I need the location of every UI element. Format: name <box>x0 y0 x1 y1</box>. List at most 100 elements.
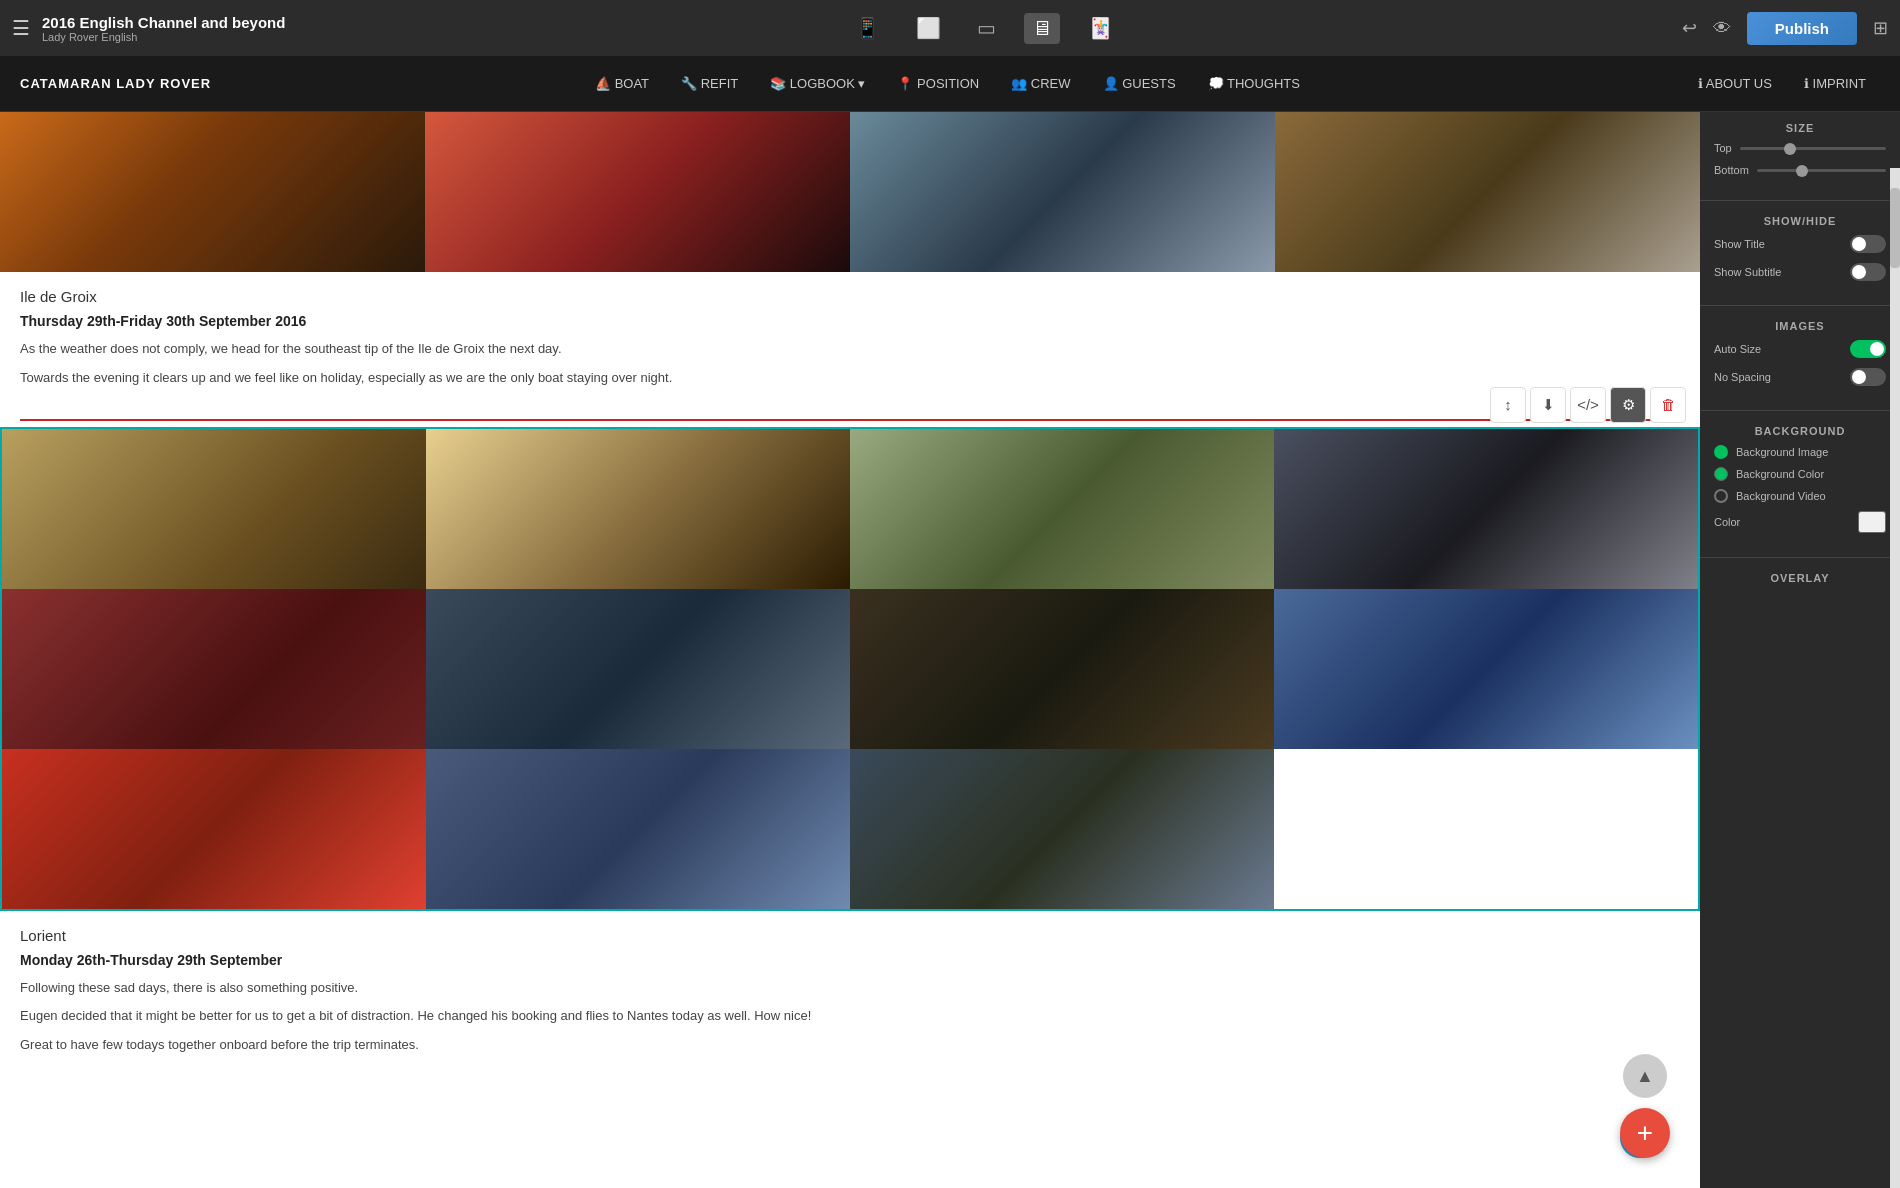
nav-right-links: ℹ ABOUT US ℹ IMPRINT <box>1684 68 1880 99</box>
selected-section[interactable]: ↕ ⬇ </> ⚙ 🗑 <box>0 427 1700 911</box>
image-cell-2[interactable] <box>425 112 850 272</box>
lorient-section: Lorient Monday 26th-Thursday 29th Septem… <box>0 911 1700 1080</box>
bg-video-label: Background Video <box>1736 490 1826 502</box>
gallery-img-6[interactable] <box>426 589 850 749</box>
panel-no-spacing-label: No Spacing <box>1714 371 1771 383</box>
image-cell-4[interactable] <box>1275 112 1700 272</box>
device-desktop-small[interactable]: ▭ <box>969 12 1004 44</box>
nav-links: ⛵ BOAT 🔧 REFIT 📚 LOGBOOK ▾ 📍 POSITION 👥 … <box>581 68 1314 99</box>
body-text-2: Towards the evening it clears up and we … <box>20 368 1680 389</box>
grid-button[interactable]: ⊞ <box>1873 17 1888 39</box>
bg-video-radio[interactable] <box>1714 489 1728 503</box>
panel-bg-image-row[interactable]: Background Image <box>1714 445 1886 459</box>
nav-logbook[interactable]: 📚 LOGBOOK ▾ <box>756 68 879 99</box>
panel-divider-3 <box>1700 410 1900 411</box>
show-subtitle-toggle[interactable] <box>1850 263 1886 281</box>
panel-showhide-title: Show/Hide <box>1714 215 1886 227</box>
title-bar-right: ↩ 👁 Publish ⊞ <box>1682 12 1888 45</box>
gallery-img-12-empty <box>1274 749 1698 909</box>
divider-container <box>0 419 1700 421</box>
preview-button[interactable]: 👁 <box>1713 18 1731 39</box>
add-icon: + <box>1637 1117 1653 1149</box>
nav-crew[interactable]: 👥 CREW <box>997 68 1084 99</box>
bg-image-label: Background Image <box>1736 446 1828 458</box>
panel-images-title: Images <box>1714 320 1886 332</box>
delete-tool-button[interactable]: 🗑 <box>1650 387 1686 423</box>
panel-show-subtitle-label: Show Subtitle <box>1714 266 1781 278</box>
gallery-img-10[interactable] <box>426 749 850 909</box>
gallery-img-3[interactable] <box>850 429 1274 589</box>
top-slider-thumb[interactable] <box>1784 143 1796 155</box>
gallery-row-3 <box>2 749 1698 909</box>
device-multipage[interactable]: 🃏 <box>1080 12 1121 44</box>
panel-divider-2 <box>1700 305 1900 306</box>
panel-bg-color-row[interactable]: Background Color <box>1714 467 1886 481</box>
panel-auto-size-label: Auto Size <box>1714 343 1761 355</box>
gallery-img-7[interactable] <box>850 589 1274 749</box>
publish-button[interactable]: Publish <box>1747 12 1857 45</box>
text-content-block: Ile de Groix Thursday 29th-Friday 30th S… <box>0 272 1700 413</box>
lorient-body-1: Following these sad days, there is also … <box>20 978 1680 999</box>
scroll-top-icon: ▲ <box>1636 1066 1654 1087</box>
image-cell-1[interactable] <box>0 112 425 272</box>
code-tool-button[interactable]: </> <box>1570 387 1606 423</box>
gallery-img-9[interactable] <box>2 749 426 909</box>
panel-bottom-row: Bottom <box>1714 164 1886 176</box>
add-fab[interactable]: + <box>1620 1108 1670 1158</box>
gallery-img-8[interactable] <box>1274 589 1698 749</box>
scrollbar-thumb[interactable] <box>1890 188 1900 268</box>
no-spacing-toggle[interactable] <box>1850 368 1886 386</box>
color-picker[interactable] <box>1858 511 1886 533</box>
hamburger-menu[interactable]: ☰ <box>12 16 30 40</box>
nav-boat[interactable]: ⛵ BOAT <box>581 68 663 99</box>
nav-about[interactable]: ℹ ABOUT US <box>1684 68 1786 99</box>
scroll-top-fab[interactable]: ▲ <box>1623 1054 1667 1098</box>
panel-images-section: Images Auto Size No Spacing <box>1700 310 1900 406</box>
gallery-img-4[interactable] <box>1274 429 1698 589</box>
lorient-body-2: Eugen decided that it might be better fo… <box>20 1006 1680 1027</box>
panel-no-spacing-row: No Spacing <box>1714 368 1886 386</box>
auto-size-knob <box>1870 342 1884 356</box>
right-panel: Size Top Bottom Show/Hide Show Title <box>1700 112 1900 1188</box>
bottom-slider-thumb[interactable] <box>1796 165 1808 177</box>
scrollbar-track[interactable] <box>1890 168 1900 1188</box>
download-tool-button[interactable]: ⬇ <box>1530 387 1566 423</box>
date-line: Thursday 29th-Friday 30th September 2016 <box>20 313 1680 329</box>
gallery-img-1[interactable] <box>2 429 426 589</box>
nav-bar: CATAMARAN LADY ROVER ⛵ BOAT 🔧 REFIT 📚 LO… <box>0 56 1900 112</box>
panel-show-title-row: Show Title <box>1714 235 1886 253</box>
settings-tool-button[interactable]: ⚙ <box>1610 387 1646 423</box>
bg-color-swatch[interactable] <box>1714 467 1728 481</box>
undo-button[interactable]: ↩ <box>1682 17 1697 39</box>
panel-top-row: Top <box>1714 142 1886 154</box>
bottom-slider[interactable] <box>1757 169 1886 172</box>
nav-guests[interactable]: 👤 GUESTS <box>1089 68 1190 99</box>
sort-tool-button[interactable]: ↕ <box>1490 387 1526 423</box>
image-cell-3[interactable] <box>850 112 1275 272</box>
lorient-body-3: Great to have few todays together onboar… <box>20 1035 1680 1056</box>
gallery-img-5[interactable] <box>2 589 426 749</box>
show-subtitle-knob <box>1852 265 1866 279</box>
panel-bg-video-row[interactable]: Background Video <box>1714 489 1886 503</box>
bg-color-label: Background Color <box>1736 468 1824 480</box>
panel-top-label: Top <box>1714 142 1732 154</box>
panel-divider-4 <box>1700 557 1900 558</box>
nav-logo: CATAMARAN LADY ROVER <box>20 76 211 91</box>
project-subtitle: Lady Rover English <box>42 31 285 43</box>
panel-overlay-title: Overlay <box>1714 572 1886 584</box>
nav-refit[interactable]: 🔧 REFIT <box>667 68 752 99</box>
device-tablet[interactable]: ⬜ <box>908 12 949 44</box>
bg-image-radio[interactable] <box>1714 445 1728 459</box>
lorient-name: Lorient <box>20 927 1680 944</box>
nav-position[interactable]: 📍 POSITION <box>883 68 993 99</box>
top-image-row <box>0 112 1700 272</box>
gallery-img-11[interactable] <box>850 749 1274 909</box>
nav-imprint[interactable]: ℹ IMPRINT <box>1790 68 1880 99</box>
nav-thoughts[interactable]: 💭 THOUGHTS <box>1194 68 1314 99</box>
device-desktop[interactable]: 🖥 <box>1024 13 1060 44</box>
show-title-toggle[interactable] <box>1850 235 1886 253</box>
top-slider[interactable] <box>1740 147 1886 150</box>
gallery-img-2[interactable] <box>426 429 850 589</box>
auto-size-toggle[interactable] <box>1850 340 1886 358</box>
device-mobile[interactable]: 📱 <box>847 12 888 44</box>
